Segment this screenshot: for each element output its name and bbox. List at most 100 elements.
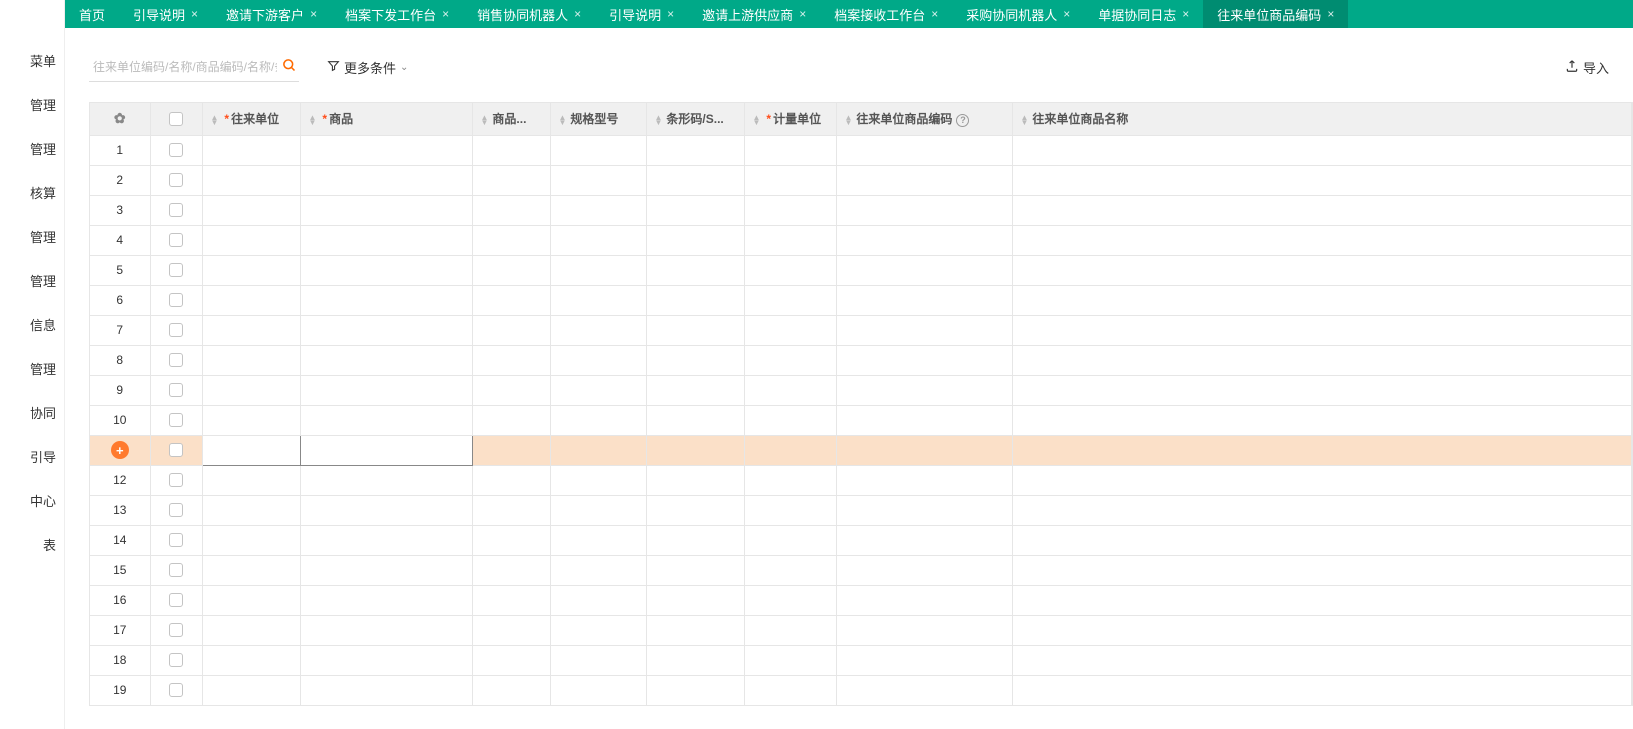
cell[interactable]: [472, 615, 550, 645]
cell[interactable]: [744, 405, 836, 435]
cell[interactable]: [300, 465, 472, 495]
cell[interactable]: [550, 195, 646, 225]
cell[interactable]: [472, 345, 550, 375]
cell[interactable]: [300, 615, 472, 645]
cell[interactable]: [550, 585, 646, 615]
row-checkbox[interactable]: [169, 653, 183, 667]
cell[interactable]: [646, 375, 744, 405]
cell[interactable]: [1012, 255, 1632, 285]
table-row[interactable]: 4: [90, 225, 1632, 255]
sidebar-item[interactable]: 核算: [0, 172, 64, 216]
cell[interactable]: [472, 255, 550, 285]
row-checkbox[interactable]: [169, 533, 183, 547]
row-checkbox[interactable]: [169, 173, 183, 187]
cell[interactable]: [836, 255, 1012, 285]
cell[interactable]: [1012, 615, 1632, 645]
cell[interactable]: [472, 225, 550, 255]
column-partner[interactable]: ▲▼*往来单位: [202, 103, 300, 135]
cell[interactable]: [1012, 555, 1632, 585]
cell[interactable]: [744, 675, 836, 705]
column-spec[interactable]: ▲▼规格型号: [550, 103, 646, 135]
cell[interactable]: [202, 285, 300, 315]
cell[interactable]: [1012, 165, 1632, 195]
search-input[interactable]: [89, 52, 299, 82]
cell[interactable]: [836, 225, 1012, 255]
help-icon[interactable]: ?: [956, 114, 969, 127]
cell[interactable]: [202, 555, 300, 585]
column-barcode[interactable]: ▲▼条形码/S...: [646, 103, 744, 135]
row-checkbox[interactable]: [169, 233, 183, 247]
cell[interactable]: [744, 555, 836, 585]
cell[interactable]: [300, 435, 472, 465]
cell[interactable]: [744, 195, 836, 225]
sidebar-item[interactable]: 管理: [0, 128, 64, 172]
cell[interactable]: [550, 225, 646, 255]
table-row[interactable]: 2: [90, 165, 1632, 195]
cell[interactable]: [472, 465, 550, 495]
cell[interactable]: [472, 195, 550, 225]
tab[interactable]: 邀请上游供应商×: [688, 0, 820, 28]
close-icon[interactable]: ×: [442, 7, 449, 21]
cell[interactable]: [1012, 375, 1632, 405]
table-row[interactable]: 17: [90, 615, 1632, 645]
cell[interactable]: [1012, 495, 1632, 525]
cell[interactable]: [550, 675, 646, 705]
tab[interactable]: 引导说明×: [595, 0, 688, 28]
cell[interactable]: [300, 555, 472, 585]
tab[interactable]: 邀请下游客户×: [212, 0, 331, 28]
table-row[interactable]: 15: [90, 555, 1632, 585]
table-row[interactable]: 3: [90, 195, 1632, 225]
sidebar-item[interactable]: 中心: [0, 480, 64, 524]
cell[interactable]: [836, 165, 1012, 195]
cell[interactable]: [472, 525, 550, 555]
sidebar-item[interactable]: 引导: [0, 436, 64, 480]
cell[interactable]: [744, 225, 836, 255]
cell[interactable]: [202, 675, 300, 705]
add-row-icon[interactable]: +: [111, 441, 129, 459]
cell[interactable]: [472, 435, 550, 465]
cell[interactable]: [646, 645, 744, 675]
table-row[interactable]: +: [90, 435, 1632, 465]
cell[interactable]: [202, 135, 300, 165]
cell[interactable]: [1012, 285, 1632, 315]
cell[interactable]: [646, 225, 744, 255]
column-product[interactable]: ▲▼*商品: [300, 103, 472, 135]
row-checkbox[interactable]: [169, 383, 183, 397]
cell[interactable]: [744, 285, 836, 315]
table-row[interactable]: 14: [90, 525, 1632, 555]
cell[interactable]: [646, 195, 744, 225]
table-row[interactable]: 5: [90, 255, 1632, 285]
tab[interactable]: 销售协同机器人×: [463, 0, 595, 28]
close-icon[interactable]: ×: [799, 7, 806, 21]
cell[interactable]: [646, 285, 744, 315]
table-row[interactable]: 12: [90, 465, 1632, 495]
cell[interactable]: [646, 615, 744, 645]
cell[interactable]: [646, 465, 744, 495]
cell[interactable]: [300, 525, 472, 555]
cell[interactable]: [472, 645, 550, 675]
tab[interactable]: 引导说明×: [119, 0, 212, 28]
close-icon[interactable]: ×: [1327, 7, 1334, 21]
cell[interactable]: [472, 375, 550, 405]
tab[interactable]: 采购协同机器人×: [952, 0, 1084, 28]
row-checkbox[interactable]: [169, 563, 183, 577]
cell[interactable]: [744, 165, 836, 195]
cell[interactable]: [744, 495, 836, 525]
column-unit[interactable]: ▲▼*计量单位: [744, 103, 836, 135]
row-checkbox[interactable]: [169, 683, 183, 697]
cell[interactable]: [744, 135, 836, 165]
column-partner-name[interactable]: ▲▼往来单位商品名称: [1012, 103, 1632, 135]
cell[interactable]: [836, 645, 1012, 675]
cell[interactable]: [202, 645, 300, 675]
cell[interactable]: [646, 525, 744, 555]
cell[interactable]: [300, 405, 472, 435]
table-row[interactable]: 9: [90, 375, 1632, 405]
cell[interactable]: [300, 165, 472, 195]
table-row[interactable]: 6: [90, 285, 1632, 315]
sidebar-item[interactable]: 表: [0, 524, 64, 568]
close-icon[interactable]: ×: [191, 7, 198, 21]
cell[interactable]: [300, 495, 472, 525]
cell[interactable]: [300, 315, 472, 345]
cell[interactable]: [744, 645, 836, 675]
row-checkbox[interactable]: [169, 413, 183, 427]
